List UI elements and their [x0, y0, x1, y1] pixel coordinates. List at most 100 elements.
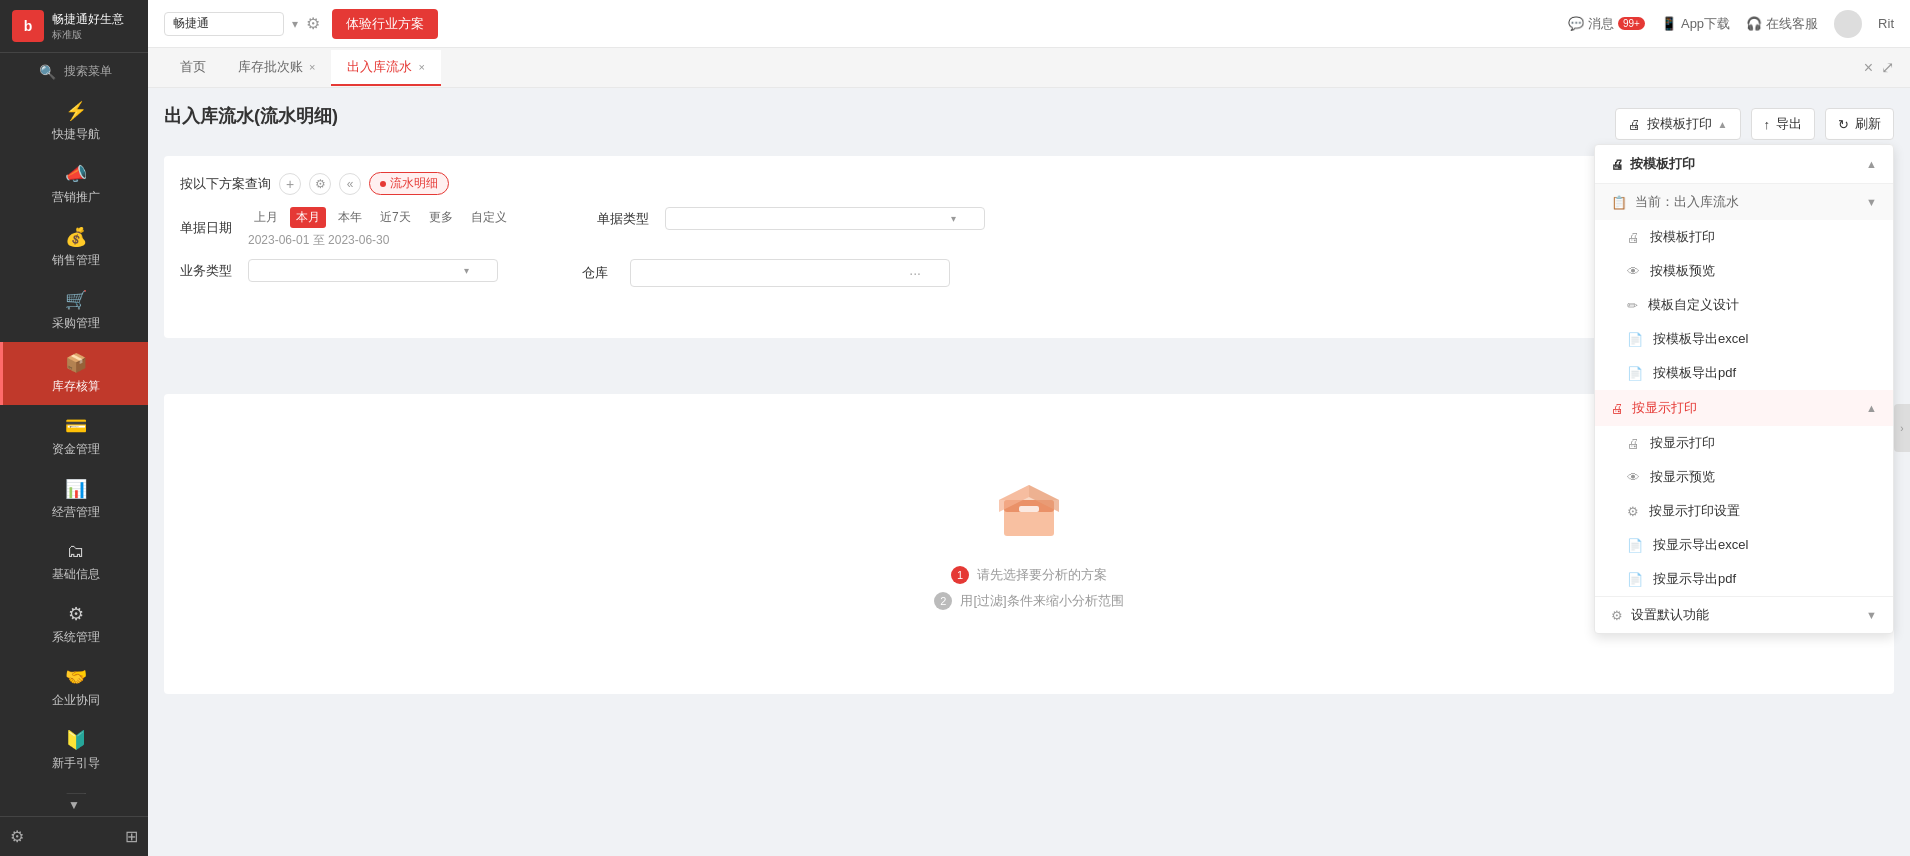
page-title: 出入库流水(流水明细) [164, 104, 338, 128]
sidebar-item-system[interactable]: ⚙ 系统管理 [0, 593, 148, 656]
topbar-chevron-down-icon[interactable]: ▾ [292, 17, 298, 31]
dropdown-template-custom-label: 模板自定义设计 [1648, 296, 1739, 314]
dropdown-template-custom[interactable]: ✏ 模板自定义设计 [1595, 288, 1893, 322]
filter-settings-button[interactable]: ⚙ [309, 173, 331, 195]
dropdown-current-template[interactable]: 📋 当前：出入库流水 ▼ [1595, 184, 1893, 220]
sales-icon: 💰 [65, 226, 87, 248]
online-service-button[interactable]: 🎧 在线客服 [1746, 15, 1818, 33]
app-version: 标准版 [52, 28, 124, 42]
user-avatar[interactable] [1834, 10, 1862, 38]
sidebar-item-appcenter[interactable]: 🔲 应用中心 [0, 782, 148, 794]
dropdown-header[interactable]: 🖨 按模板打印 ▲ [1595, 145, 1893, 184]
sidebar-item-purchase[interactable]: 🛒 采购管理 [0, 279, 148, 342]
empty-state: 1 请先选择要分析的方案 2 用[过滤]条件来缩小分析范围 [914, 410, 1143, 678]
tab-inout-close-icon[interactable]: × [418, 61, 424, 73]
sidebar-item-finance[interactable]: 💳 资金管理 [0, 405, 148, 468]
date-opt-custom[interactable]: 自定义 [465, 207, 513, 228]
warehouse-more-icon[interactable]: ··· [909, 265, 921, 281]
main-area: ▾ ⚙ 体验行业方案 💬 消息 99+ 📱 App下载 🎧 在线客服 Rit 首 [148, 0, 1910, 856]
sidebar-item-search[interactable]: 🔍 搜索菜单 [0, 53, 148, 90]
current-template-label: 当前：出入库流水 [1635, 193, 1739, 211]
dropdown-bottom-label: 设置默认功能 [1631, 606, 1709, 624]
tab-home-label: 首页 [180, 58, 206, 76]
template-print-button[interactable]: 🖨 按模板打印 ▲ [1615, 108, 1741, 140]
warehouse-select[interactable]: ··· [630, 259, 950, 287]
tab-expand-button[interactable]: ⤢ [1881, 58, 1894, 77]
display-print-section-icon: 🖨 [1611, 401, 1624, 416]
filter-collapse-button[interactable]: « [339, 173, 361, 195]
date-opt-more[interactable]: 更多 [423, 207, 459, 228]
tabs-bar: 首页 库存批次账 × 出入库流水 × × ⤢ [148, 48, 1910, 88]
dropdown-display-preview[interactable]: 👁 按显示预览 [1595, 460, 1893, 494]
sidebar-item-guide[interactable]: 🔰 新手引导 [0, 719, 148, 782]
sidebar-nav: ⚡ 快捷导航 📣 营销推广 💰 销售管理 🛒 采购管理 📦 库存核算 💳 资金管… [0, 90, 148, 794]
dropdown-display-settings[interactable]: ⚙ 按显示打印设置 [1595, 494, 1893, 528]
message-button[interactable]: 💬 消息 99+ [1568, 15, 1645, 33]
dropdown-display-print-section[interactable]: 🖨 按显示打印 ▲ [1595, 390, 1893, 426]
collapse-icon[interactable]: ⊞ [125, 827, 138, 846]
dropdown-display-settings-label: 按显示打印设置 [1649, 502, 1740, 520]
date-opt-last-month[interactable]: 上月 [248, 207, 284, 228]
date-filter-field: 单据日期 上月 本月 本年 近7天 更多 自定义 2023-06-01 至 20… [180, 207, 513, 249]
sidebar-item-inventory[interactable]: 📦 库存核算 [0, 342, 148, 405]
filter-add-button[interactable]: + [279, 173, 301, 195]
search-icon: 🔍 [39, 64, 56, 80]
topbar-user-area: ▾ ⚙ [164, 12, 320, 36]
topbar-search-input[interactable] [164, 12, 284, 36]
dropdown-display-excel[interactable]: 📄 按显示导出excel [1595, 528, 1893, 562]
topbar-gear-icon[interactable]: ⚙ [306, 14, 320, 33]
biz-type-select[interactable]: ▾ [248, 259, 498, 282]
quick-nav-icon: ⚡ [65, 100, 87, 122]
sidebar-item-quick-nav[interactable]: ⚡ 快捷导航 [0, 90, 148, 153]
sidebar-scroll-down[interactable]: ▼ [0, 794, 148, 816]
right-expand-button[interactable]: › [1894, 404, 1910, 452]
template-pdf-icon: 📄 [1627, 366, 1643, 381]
sidebar-item-operations[interactable]: 📊 经营管理 [0, 468, 148, 531]
filter-tag[interactable]: 流水明细 [369, 172, 449, 195]
dropdown-template-preview[interactable]: 👁 按模板预览 [1595, 254, 1893, 288]
chevron-down-icon: ▼ [68, 798, 80, 812]
dropdown-display-print[interactable]: 🖨 按显示打印 [1595, 426, 1893, 460]
trial-button[interactable]: 体验行业方案 [332, 9, 438, 39]
date-opt-this-month[interactable]: 本月 [290, 207, 326, 228]
dropdown-template-excel-label: 按模板导出excel [1653, 330, 1748, 348]
display-excel-icon: 📄 [1627, 538, 1643, 553]
app-download-button[interactable]: 📱 App下载 [1661, 15, 1730, 33]
logo-icon: b [12, 10, 44, 42]
export-label: 导出 [1776, 115, 1802, 133]
tab-close-all-button[interactable]: × [1864, 59, 1873, 77]
bill-type-select[interactable]: ▾ [665, 207, 985, 230]
dropdown-display-print-label: 按显示打印 [1650, 434, 1715, 452]
message-icon: 💬 [1568, 16, 1584, 31]
date-field-label: 单据日期 [180, 219, 240, 237]
display-settings-icon: ⚙ [1627, 504, 1639, 519]
dropdown-template-print[interactable]: 🖨 按模板打印 [1595, 220, 1893, 254]
current-template-chevron-icon: ▼ [1866, 196, 1877, 208]
sidebar-item-basic[interactable]: 🗂 基础信息 [0, 531, 148, 593]
settings-icon[interactable]: ⚙ [10, 827, 24, 846]
refresh-button[interactable]: ↻ 刷新 [1825, 108, 1894, 140]
messages-badge: 99+ [1618, 17, 1645, 30]
tab-batch-account[interactable]: 库存批次账 × [222, 50, 331, 86]
empty-icon [989, 470, 1069, 550]
dropdown-display-pdf[interactable]: 📄 按显示导出pdf [1595, 562, 1893, 596]
dropdown-template-excel[interactable]: 📄 按模板导出excel [1595, 322, 1893, 356]
sidebar-item-sales[interactable]: 💰 销售管理 [0, 216, 148, 279]
tab-inout-flow[interactable]: 出入库流水 × [331, 50, 440, 86]
service-label: 在线客服 [1766, 15, 1818, 33]
date-opt-this-year[interactable]: 本年 [332, 207, 368, 228]
sidebar-item-label: 系统管理 [52, 629, 100, 646]
inventory-icon: 📦 [65, 352, 87, 374]
sidebar-item-enterprise[interactable]: 🤝 企业协同 [0, 656, 148, 719]
sidebar-bottom: ⚙ ⊞ [0, 816, 148, 856]
date-opt-7days[interactable]: 近7天 [374, 207, 417, 228]
dropdown-set-default[interactable]: ⚙ 设置默认功能 ▼ [1595, 596, 1893, 633]
tab-home[interactable]: 首页 [164, 50, 222, 86]
step-1-text: 请先选择要分析的方案 [977, 566, 1107, 584]
app-name: 畅捷通好生意 [52, 11, 124, 28]
dropdown-template-pdf[interactable]: 📄 按模板导出pdf [1595, 356, 1893, 390]
chevron-up-icon: ▲ [1718, 119, 1728, 130]
tab-batch-close-icon[interactable]: × [309, 61, 315, 73]
sidebar-item-marketing[interactable]: 📣 营销推广 [0, 153, 148, 216]
export-button[interactable]: ↑ 导出 [1751, 108, 1816, 140]
